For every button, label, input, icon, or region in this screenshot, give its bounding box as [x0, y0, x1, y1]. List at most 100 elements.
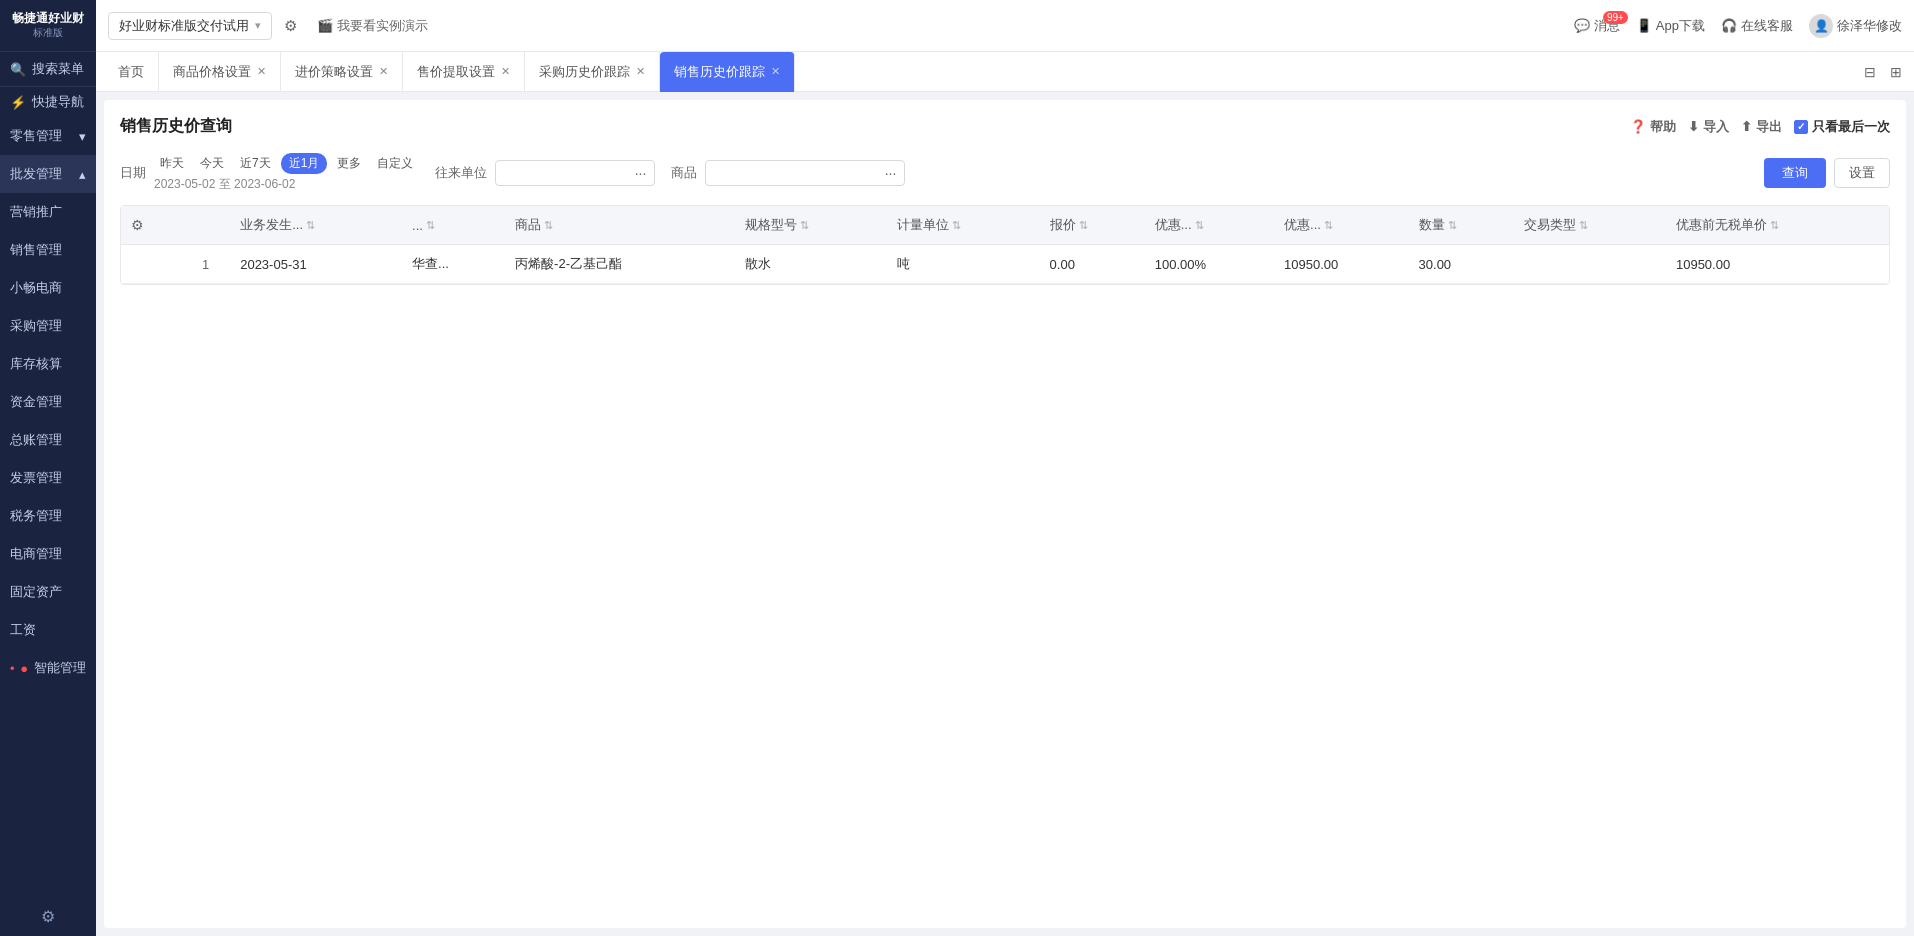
th-price[interactable]: 报价⇅ — [1040, 206, 1145, 245]
ledger-label: 总账管理 — [10, 431, 62, 449]
th-discount-pct[interactable]: 优惠...⇅ — [1145, 206, 1274, 245]
date-btn-custom[interactable]: 自定义 — [371, 153, 419, 174]
tab-purchase-history[interactable]: 采购历史价跟踪 ✕ — [525, 52, 660, 92]
sort-icon: ⇅ — [426, 219, 435, 232]
message-button[interactable]: 💬 消息 99+ — [1574, 17, 1620, 35]
app-download-button[interactable]: 📱 App下载 — [1636, 17, 1705, 35]
table-row[interactable]: 1 2023-05-31 华查... 丙烯酸-2-乙基己酯 散水 吨 0.00 … — [121, 245, 1889, 284]
import-button[interactable]: ⬇ 导入 — [1688, 118, 1729, 136]
sort-icon: ⇅ — [1770, 219, 1779, 232]
th-unit[interactable]: 计量单位⇅ — [887, 206, 1039, 245]
sidebar-item-finance[interactable]: 资金管理 — [0, 383, 96, 421]
tab-sales-history-label: 销售历史价跟踪 — [674, 63, 765, 81]
sidebar-item-ai[interactable]: ● 智能管理 — [0, 649, 96, 687]
th-goods[interactable]: 商品⇅ — [505, 206, 735, 245]
sidebar-item-wholesale[interactable]: 批发管理 ▴ — [0, 155, 96, 193]
close-icon[interactable]: ✕ — [771, 65, 780, 78]
sidebar-item-marketing[interactable]: 营销推广 — [0, 193, 96, 231]
date-btn-1month[interactable]: 近1月 — [281, 153, 328, 174]
cell-date: 2023-05-31 — [230, 245, 402, 284]
th-gear[interactable]: ⚙ — [121, 206, 181, 245]
setting-button[interactable]: 设置 — [1834, 158, 1890, 188]
date-btn-today[interactable]: 今天 — [194, 153, 230, 174]
online-service-button[interactable]: 🎧 在线客服 — [1721, 17, 1793, 35]
th-qty[interactable]: 数量⇅ — [1409, 206, 1514, 245]
sidebar-item-assets[interactable]: 固定资产 — [0, 573, 96, 611]
export-button[interactable]: ⬆ 导出 — [1741, 118, 1782, 136]
close-icon[interactable]: ✕ — [501, 65, 510, 78]
finance-label: 资金管理 — [10, 393, 62, 411]
sort-icon: ⇅ — [1324, 219, 1333, 232]
sidebar-item-quicknav[interactable]: ⚡ 快捷导航 — [0, 87, 96, 117]
last-only-checkbox[interactable]: ✓ 只看最后一次 — [1794, 118, 1890, 136]
chevron-down-icon: ▾ — [79, 129, 86, 144]
sidebar-item-purchase[interactable]: 采购管理 — [0, 307, 96, 345]
app-label: App下载 — [1656, 17, 1705, 35]
sidebar-item-search[interactable]: 🔍 搜索菜单 — [0, 52, 96, 87]
ai-dot: ● — [20, 661, 28, 676]
version-selector[interactable]: 好业财标准版交付试用 ▾ — [108, 12, 272, 40]
tab-sale-price[interactable]: 售价提取设置 ✕ — [403, 52, 525, 92]
date-filter-label: 日期 — [120, 164, 146, 182]
date-btn-more[interactable]: 更多 — [331, 153, 367, 174]
tab-home[interactable]: 首页 — [104, 52, 159, 92]
user-profile-button[interactable]: 👤 徐泽华修改 — [1809, 14, 1902, 38]
retail-label: 零售管理 — [10, 127, 62, 145]
sort-icon: ⇅ — [306, 219, 315, 232]
message-badge: 99+ — [1603, 11, 1628, 24]
th-extra[interactable]: ...⇅ — [402, 206, 505, 245]
tab-price-settings[interactable]: 商品价格设置 ✕ — [159, 52, 281, 92]
date-filter-group: 日期 昨天 今天 近7天 近1月 更多 自定义 2023-05-02 至 202… — [120, 153, 419, 193]
th-type[interactable]: 交易类型⇅ — [1514, 206, 1666, 245]
source-selector[interactable]: ··· — [495, 160, 655, 186]
sidebar-item-inventory[interactable]: 库存核算 — [0, 345, 96, 383]
sidebar-item-ledger[interactable]: 总账管理 — [0, 421, 96, 459]
close-icon[interactable]: ✕ — [379, 65, 388, 78]
page-title-actions: ❓ 帮助 ⬇ 导入 ⬆ 导出 ✓ 只看最后一次 — [1630, 118, 1890, 136]
source-dots-icon[interactable]: ··· — [635, 165, 647, 181]
query-button[interactable]: 查询 — [1764, 158, 1826, 188]
th-date[interactable]: 业务发生...⇅ — [230, 206, 402, 245]
topbar-gear-icon[interactable]: ⚙ — [284, 17, 297, 35]
close-icon[interactable]: ✕ — [257, 65, 266, 78]
tab-sales-history[interactable]: 销售历史价跟踪 ✕ — [660, 52, 795, 92]
sort-icon: ⇅ — [952, 219, 961, 232]
table-header-row: ⚙ 业务发生...⇅ ...⇅ 商品⇅ 规格型号⇅ — [121, 206, 1889, 245]
sidebar-item-sales[interactable]: 销售管理 — [0, 231, 96, 269]
settings-icon[interactable]: ⚙ — [41, 907, 55, 926]
sidebar-item-salary[interactable]: 工资 — [0, 611, 96, 649]
sidebar-item-tax[interactable]: 税务管理 — [0, 497, 96, 535]
import-icon: ⬇ — [1688, 119, 1699, 134]
expand-icon[interactable]: ⊞ — [1886, 60, 1906, 84]
salary-label: 工资 — [10, 621, 36, 639]
demo-link[interactable]: 🎬 我要看实例演示 — [317, 17, 428, 35]
page-content: 销售历史价查询 ❓ 帮助 ⬇ 导入 ⬆ 导出 ✓ 只看最后一次 — [104, 100, 1906, 928]
goods-selector[interactable]: ··· — [705, 160, 905, 186]
th-spec[interactable]: 规格型号⇅ — [735, 206, 887, 245]
sort-icon: ⇅ — [544, 219, 553, 232]
inventory-label: 库存核算 — [10, 355, 62, 373]
sidebar-item-ecommerce[interactable]: 小畅电商 — [0, 269, 96, 307]
main-area: 好业财标准版交付试用 ▾ ⚙ 🎬 我要看实例演示 💬 消息 99+ 📱 App下… — [96, 0, 1914, 936]
th-pretax[interactable]: 优惠前无税单价⇅ — [1666, 206, 1889, 245]
sort-icon: ⇅ — [1195, 219, 1204, 232]
cell-num: 1 — [181, 245, 230, 284]
cell-goods: 丙烯酸-2-乙基己酯 — [505, 245, 735, 284]
sidebar-item-ecom2[interactable]: 电商管理 — [0, 535, 96, 573]
goods-dots-icon[interactable]: ··· — [885, 165, 897, 181]
collapse-icon[interactable]: ⊟ — [1860, 60, 1880, 84]
tab-purchase-strategy[interactable]: 进价策略设置 ✕ — [281, 52, 403, 92]
filter-row: 日期 昨天 今天 近7天 近1月 更多 自定义 2023-05-02 至 202… — [120, 153, 1890, 193]
close-icon[interactable]: ✕ — [636, 65, 645, 78]
date-btn-7days[interactable]: 近7天 — [234, 153, 277, 174]
th-discount-amt[interactable]: 优惠...⇅ — [1274, 206, 1409, 245]
sidebar-item-invoice[interactable]: 发票管理 — [0, 459, 96, 497]
date-btn-yesterday[interactable]: 昨天 — [154, 153, 190, 174]
gear-icon[interactable]: ⚙ — [131, 217, 144, 233]
data-table: ⚙ 业务发生...⇅ ...⇅ 商品⇅ 规格型号⇅ — [120, 205, 1890, 285]
headset-icon: 🎧 — [1721, 18, 1737, 33]
sidebar-item-retail[interactable]: 零售管理 ▾ — [0, 117, 96, 155]
avatar: 👤 — [1809, 14, 1833, 38]
message-icon: 💬 — [1574, 18, 1590, 33]
help-button[interactable]: ❓ 帮助 — [1630, 118, 1676, 136]
